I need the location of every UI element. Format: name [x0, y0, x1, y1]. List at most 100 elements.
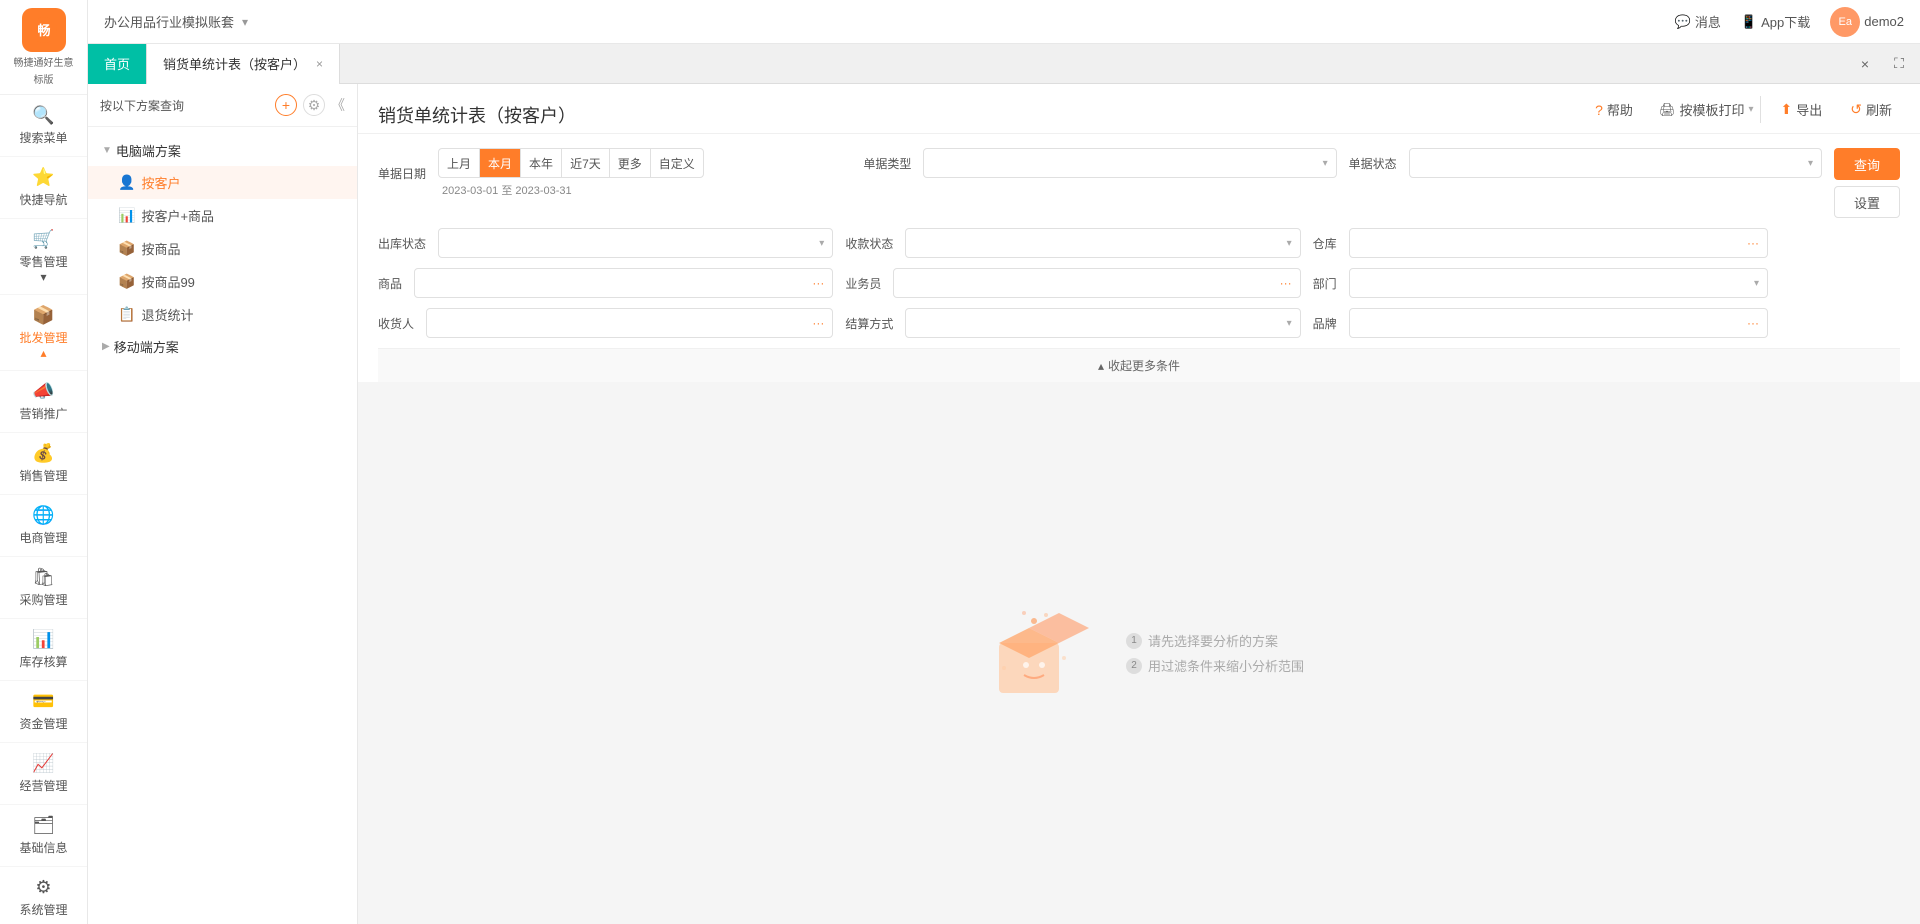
tree-group-mobile: ▶ 移动端方案 [88, 331, 357, 362]
settlement-select[interactable]: ▾ [905, 308, 1300, 338]
tab-restore-button[interactable]: × [1852, 51, 1878, 77]
date-label: 单据日期 [378, 165, 426, 182]
order-status-select[interactable]: ▾ [1409, 148, 1822, 178]
retail-icon: 🛒 [32, 229, 54, 250]
message-button[interactable]: 💬 消息 [1675, 12, 1721, 31]
tree-area: ▼ 电脑端方案 👤 按客户 📊 按客户+商品 📦 按商品 [88, 127, 357, 924]
salesperson-select[interactable]: ··· [893, 268, 1300, 298]
date-btn-last-month[interactable]: 上月 [439, 148, 480, 178]
tree-group-mobile-label: 移动端方案 [114, 337, 179, 356]
sidebar-item-search-label: 搜索菜单 [19, 129, 67, 146]
sidebar-item-finance[interactable]: 💳 资金管理 [0, 681, 87, 743]
sidebar-item-system[interactable]: ⚙ 系统管理 [0, 867, 87, 924]
collapse-panel-button[interactable]: 《 [331, 95, 345, 115]
tree-item-return-stats[interactable]: 📋 退货统计 [88, 298, 357, 331]
order-type-select[interactable]: ▾ [923, 148, 1336, 178]
tree-item-customer-goods-label: 按客户+商品 [141, 206, 214, 225]
warehouse-dots[interactable]: ··· [1747, 236, 1759, 250]
receipt-status-select[interactable]: ▾ [905, 228, 1300, 258]
system-icon: ⚙ [35, 877, 51, 898]
tree-group-mobile-header[interactable]: ▶ 移动端方案 [88, 331, 357, 362]
sidebar-item-search[interactable]: 🔍 搜索菜单 [0, 95, 87, 157]
user-profile[interactable]: Ea demo2 [1830, 7, 1904, 37]
sidebar-item-marketing[interactable]: 📣 营销推广 [0, 371, 87, 433]
order-status-chevron: ▾ [1808, 158, 1813, 169]
sidebar-item-finance-label: 资金管理 [19, 715, 67, 732]
department-select[interactable]: ▾ [1349, 268, 1768, 298]
header-right: 💬 消息 📱 App下载 Ea demo2 [1675, 7, 1904, 37]
sidebar-item-retail[interactable]: 🛒 零售管理 ▾ [0, 219, 87, 295]
sidebar-item-purchase[interactable]: 🛍 采购管理 [0, 557, 87, 619]
breadcrumb-dropdown[interactable]: ▾ [242, 15, 248, 29]
export-button[interactable]: ⬆ 导出 [1773, 96, 1831, 123]
tab-sales-stats[interactable]: 销货单统计表（按客户） × [147, 44, 340, 84]
date-btn-this-month[interactable]: 本月 [480, 148, 521, 178]
date-btn-more[interactable]: 更多 [610, 148, 651, 178]
tree-item-customer[interactable]: 👤 按客户 [88, 166, 357, 199]
empty-tips: 1 请先选择要分析的方案 2 用过滤条件来缩小分析范围 [1126, 631, 1304, 675]
tab-actions: × ⛶ [1852, 51, 1920, 77]
sidebar-item-operations[interactable]: 📈 经营管理 [0, 743, 87, 805]
settings-button[interactable]: 设置 [1834, 186, 1900, 218]
main-area: 办公用品行业模拟账套 ▾ 💬 消息 📱 App下载 Ea demo2 首页 [88, 0, 1920, 924]
sidebar-item-retail-label: 零售管理 [19, 253, 67, 270]
recipient-label: 收货人 [378, 315, 414, 332]
print-icon: 🖨 [1659, 102, 1676, 118]
page-header: 销货单统计表（按客户） ? 帮助 🖨 按模板打印 ▾ ⬆ 导出 [358, 84, 1920, 134]
date-btn-this-year[interactable]: 本年 [521, 148, 562, 178]
collapse-filters-button[interactable]: ▴ 收起更多条件 [378, 348, 1900, 382]
sidebar-item-ecommerce[interactable]: 🌐 电商管理 [0, 495, 87, 557]
app-download-button[interactable]: 📱 App下载 [1741, 12, 1810, 31]
print-button[interactable]: 🖨 按模板打印 ▾ [1653, 96, 1761, 123]
salesperson-dots[interactable]: ··· [1280, 276, 1292, 290]
message-label: 消息 [1695, 12, 1721, 31]
goods-dots[interactable]: ··· [812, 276, 824, 290]
tree-item-goods99-label: 按商品99 [141, 272, 194, 291]
tree-item-goods99[interactable]: 📦 按商品99 [88, 265, 357, 298]
operations-icon: 📈 [32, 753, 54, 774]
filter-container: 单据日期 上月 本月 本年 近7天 更多 自定义 2023-03-01 至 20… [358, 134, 1920, 382]
tab-fullscreen-button[interactable]: ⛶ [1886, 51, 1912, 77]
user-avatar: Ea [1830, 7, 1860, 37]
brand-select[interactable]: ··· [1349, 308, 1768, 338]
receipt-status-label: 收款状态 [845, 235, 893, 252]
sidebar-item-ecommerce-label: 电商管理 [19, 529, 67, 546]
sidebar-item-sales[interactable]: 💰 销售管理 [0, 433, 87, 495]
tree-item-customer-goods[interactable]: 📊 按客户+商品 [88, 199, 357, 232]
tree-item-customer-label: 按客户 [141, 173, 180, 192]
tab-home[interactable]: 首页 [88, 44, 147, 84]
export-icon: ⬆ [1781, 101, 1793, 118]
sidebar-item-wholesale[interactable]: 📦 批发管理 ▴ [0, 295, 87, 371]
recipient-dots[interactable]: ··· [812, 316, 824, 330]
tree-group-desktop-header[interactable]: ▼ 电脑端方案 [88, 135, 357, 166]
date-btn-7days[interactable]: 近7天 [562, 148, 610, 178]
order-type-label: 单据类型 [863, 155, 911, 172]
help-button[interactable]: ? 帮助 [1587, 96, 1641, 123]
sidebar-item-basic[interactable]: 🗂 基础信息 [0, 805, 87, 867]
tree-item-customer-goods-icon: 📊 [118, 207, 135, 224]
refresh-label: 刷新 [1866, 100, 1892, 119]
avatar-text: Ea [1839, 16, 1852, 28]
basic-icon: 🗂 [32, 815, 55, 836]
tree-item-goods[interactable]: 📦 按商品 [88, 232, 357, 265]
tree-group-expand-icon: ▼ [102, 145, 112, 156]
add-scheme-button[interactable]: + [275, 94, 297, 116]
recipient-select[interactable]: ··· [426, 308, 833, 338]
tree-item-goods-icon: 📦 [118, 240, 135, 257]
warehouse-select[interactable]: ··· [1349, 228, 1768, 258]
tab-close-icon[interactable]: × [316, 57, 323, 71]
settings-scheme-button[interactable]: ⚙ [303, 94, 325, 116]
goods-select[interactable]: ··· [414, 268, 833, 298]
brand-dots[interactable]: ··· [1747, 316, 1759, 330]
out-status-label: 出库状态 [378, 235, 426, 252]
refresh-button[interactable]: ↺ 刷新 [1842, 96, 1900, 123]
sidebar-item-shortcut[interactable]: ⭐ 快捷导航 [0, 157, 87, 219]
left-panel-title: 按以下方案查询 [100, 97, 184, 114]
out-status-select[interactable]: ▾ [438, 228, 833, 258]
query-button[interactable]: 查询 [1834, 148, 1900, 180]
help-label: 帮助 [1607, 100, 1633, 119]
sidebar-item-inventory[interactable]: 📊 库存核算 [0, 619, 87, 681]
date-btn-custom[interactable]: 自定义 [651, 148, 703, 178]
sidebar-item-shortcut-label: 快捷导航 [19, 191, 67, 208]
download-icon: 📱 [1741, 14, 1757, 30]
